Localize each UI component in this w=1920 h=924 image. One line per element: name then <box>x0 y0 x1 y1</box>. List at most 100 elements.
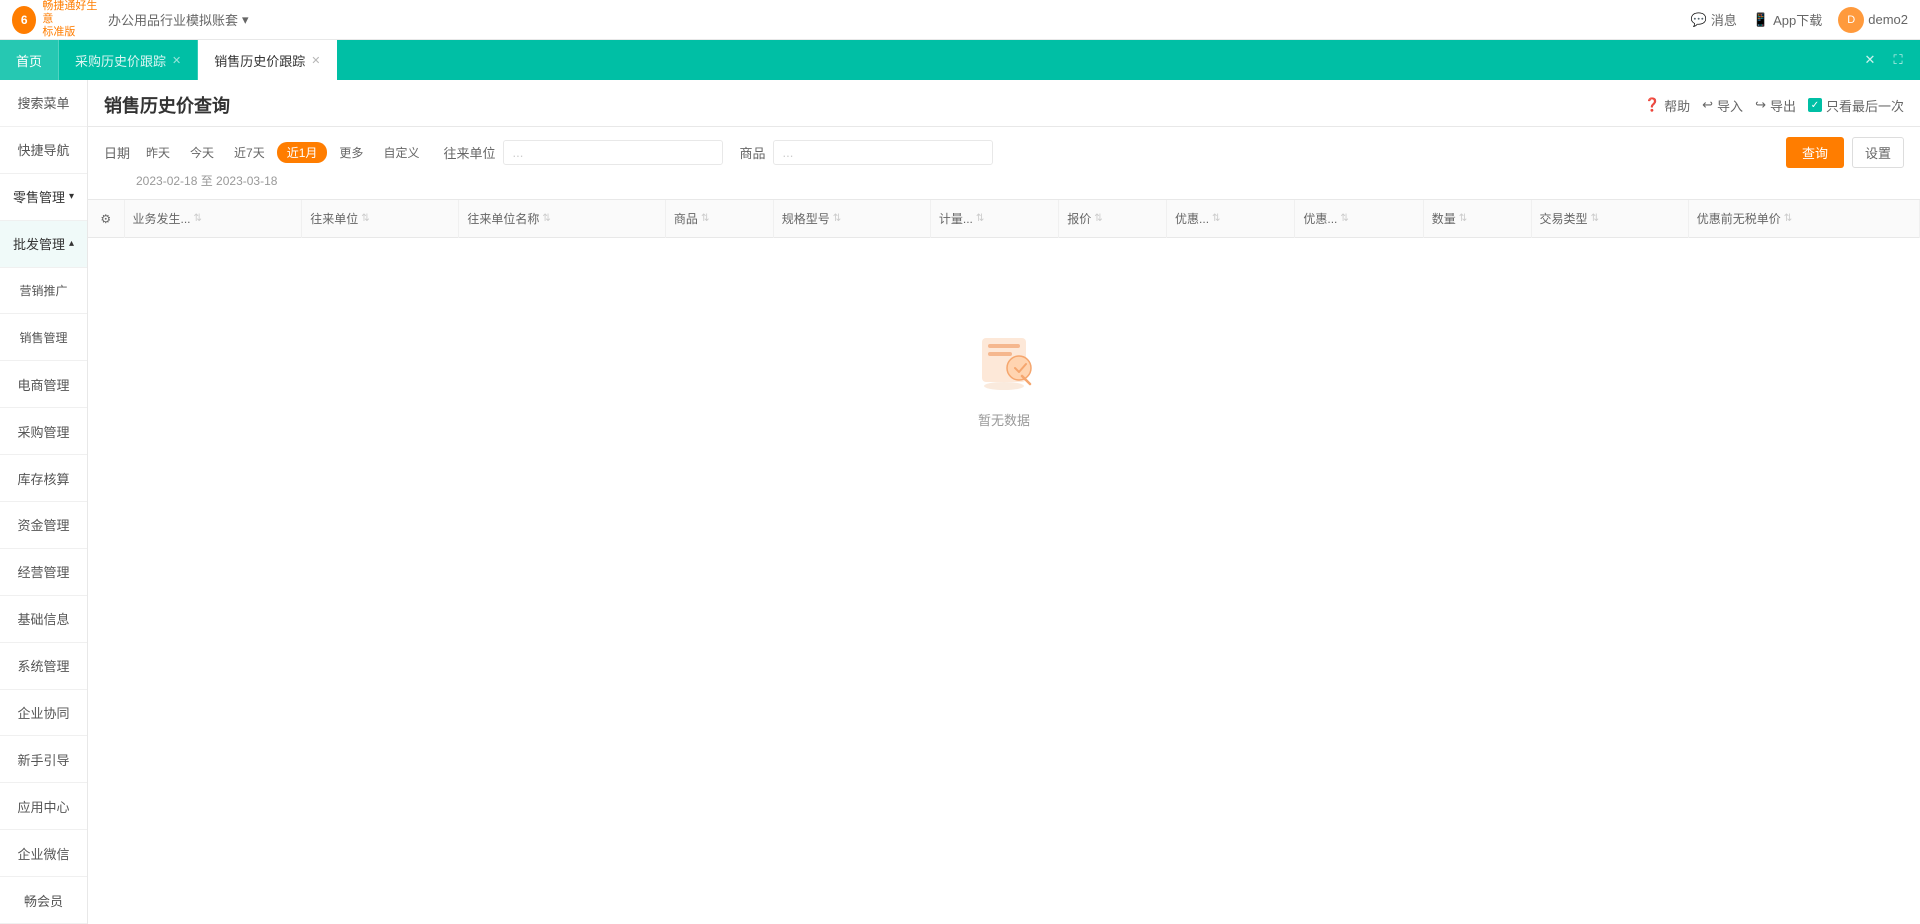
sidebar-item-retail-mgmt[interactable]: 零售管理 ▾ <box>0 174 87 221</box>
workspace-selector[interactable]: 办公用品行业模拟账套 ▾ <box>108 10 249 29</box>
page-title: 销售历史价查询 <box>104 92 230 118</box>
logo-text: 畅捷通好生意 标准版 <box>42 0 100 39</box>
table-header-row: ⚙ 业务发生... ⇅ 往来单位 ⇅ <box>88 200 1920 238</box>
th-trade-type[interactable]: 交易类型 ⇅ <box>1531 200 1688 238</box>
filter-row-1: 日期 昨天 今天 近7天 近1月 更多 自定义 往来单位 ... <box>104 137 1904 168</box>
sidebar-item-enterprise-wechat[interactable]: 企业微信 <box>0 830 87 877</box>
sort-icon: ⇅ <box>833 213 841 224</box>
sidebar-item-app-center[interactable]: 应用中心 <box>0 783 87 830</box>
th-quote[interactable]: 报价 ⇅ <box>1059 200 1167 238</box>
tab-home[interactable]: 首页 <box>0 40 59 80</box>
sort-icon: ⇅ <box>1094 213 1102 224</box>
export-button[interactable]: ↪ 导出 <box>1755 96 1796 115</box>
sidebar-item-wholesale-mgmt[interactable]: 批发管理 ▴ <box>0 221 87 268</box>
help-button[interactable]: ❓ 帮助 <box>1644 96 1690 115</box>
tab-sales-history[interactable]: 销售历史价跟踪 ✕ <box>198 40 337 80</box>
close-purchase-history-tab[interactable]: ✕ <box>172 54 181 67</box>
topbar-left: 6 畅捷通好生意 标准版 办公用品行业模拟账套 ▾ <box>12 0 249 39</box>
logo-area: 6 畅捷通好生意 标准版 <box>12 0 100 39</box>
sidebar-item-search-menu[interactable]: 搜索菜单 <box>0 80 87 127</box>
sort-icon: ⇅ <box>701 213 709 224</box>
sidebar-item-sales-mgmt[interactable]: 销售管理 <box>0 314 87 361</box>
date-btn-today[interactable]: 今天 <box>182 142 222 163</box>
sort-icon: ⇅ <box>542 213 550 224</box>
commodity-input[interactable]: ... <box>773 140 993 165</box>
empty-icon <box>964 318 1044 398</box>
message-icon: 💬 <box>1691 12 1707 28</box>
topbar: 6 畅捷通好生意 标准版 办公用品行业模拟账套 ▾ 💬 消息 📱 App下载 D… <box>0 0 1920 40</box>
sort-icon: ⇅ <box>1591 213 1599 224</box>
partner-input-value: ... <box>512 145 523 160</box>
date-btn-more[interactable]: 更多 <box>331 142 371 163</box>
sidebar-item-member[interactable]: 畅会员 <box>0 877 87 924</box>
sort-icon: ⇅ <box>976 213 984 224</box>
th-partner-code[interactable]: 往来单位 ⇅ <box>302 200 459 238</box>
th-commodity[interactable]: 商品 ⇅ <box>665 200 773 238</box>
sidebar-item-ecommerce[interactable]: 电商管理 <box>0 361 87 408</box>
only-last-checkbox-group[interactable]: ✓ 只看最后一次 <box>1808 96 1904 115</box>
export-icon: ↪ <box>1755 97 1766 113</box>
th-biz-date[interactable]: 业务发生... ⇅ <box>124 200 302 238</box>
th-partner-name[interactable]: 往来单位名称 ⇅ <box>459 200 666 238</box>
filter-buttons: 查询 设置 <box>1786 137 1904 168</box>
tabbar: 首页 采购历史价跟踪 ✕ 销售历史价跟踪 ✕ ✕ ⛶ <box>0 40 1920 80</box>
date-filter-group: 日期 昨天 今天 近7天 近1月 更多 自定义 <box>104 142 427 163</box>
only-last-checkbox[interactable]: ✓ <box>1808 98 1822 112</box>
close-window-button[interactable]: ✕ <box>1860 50 1880 70</box>
sort-icon: ⇅ <box>361 213 369 224</box>
sidebar-item-basic-info[interactable]: 基础信息 <box>0 596 87 643</box>
empty-state: 暂无数据 <box>88 238 1920 509</box>
sort-icon: ⇅ <box>1212 213 1220 224</box>
message-button[interactable]: 💬 消息 <box>1691 10 1737 29</box>
tabbar-actions: ✕ ⛶ <box>1860 50 1920 70</box>
sidebar-item-quick-nav[interactable]: 快捷导航 <box>0 127 87 174</box>
tab-purchase-history[interactable]: 采购历史价跟踪 ✕ <box>59 40 198 80</box>
th-unit[interactable]: 计量... ⇅ <box>930 200 1058 238</box>
sidebar-item-enterprise-collab[interactable]: 企业协同 <box>0 690 87 737</box>
sort-icon: ⇅ <box>194 213 202 224</box>
th-quantity[interactable]: 数量 ⇅ <box>1423 200 1531 238</box>
date-btn-yesterday[interactable]: 昨天 <box>138 142 178 163</box>
chevron-down-icon: ▾ <box>242 12 249 28</box>
partner-input[interactable]: ... <box>503 140 723 165</box>
commodity-input-value: ... <box>782 145 793 160</box>
th-discount1[interactable]: 优惠... ⇅ <box>1167 200 1295 238</box>
maximize-button[interactable]: ⛶ <box>1888 50 1908 70</box>
date-btn-7days[interactable]: 近7天 <box>226 142 273 163</box>
mobile-icon: 📱 <box>1753 12 1769 28</box>
sidebar-item-marketing[interactable]: 营销推广 <box>0 268 87 315</box>
app-download-button[interactable]: 📱 App下载 <box>1753 10 1822 29</box>
table-container: ⚙ 业务发生... ⇅ 往来单位 ⇅ <box>88 200 1920 924</box>
avatar: D <box>1838 7 1864 33</box>
th-discount2[interactable]: 优惠... ⇅ <box>1295 200 1423 238</box>
close-sales-history-tab[interactable]: ✕ <box>311 54 320 67</box>
empty-text: 暂无数据 <box>978 410 1030 429</box>
date-range-display: 2023-02-18 至 2023-03-18 <box>132 172 1904 189</box>
date-options: 昨天 今天 近7天 近1月 更多 自定义 <box>138 142 427 163</box>
settings-button[interactable]: 设置 <box>1852 137 1904 168</box>
query-button[interactable]: 查询 <box>1786 137 1844 168</box>
sidebar-item-new-guide[interactable]: 新手引导 <box>0 736 87 783</box>
sidebar-item-operations[interactable]: 经营管理 <box>0 549 87 596</box>
sidebar-item-inventory[interactable]: 库存核算 <box>0 455 87 502</box>
page-header: 销售历史价查询 ❓ 帮助 ↩ 导入 ↪ 导出 ✓ 只看最后一次 <box>88 80 1920 127</box>
sort-icon: ⇅ <box>1340 213 1348 224</box>
gear-icon[interactable]: ⚙ <box>100 212 111 226</box>
filter-area: 日期 昨天 今天 近7天 近1月 更多 自定义 往来单位 ... <box>88 127 1920 200</box>
sidebar: 搜索菜单 快捷导航 零售管理 ▾ 批发管理 ▴ 营销推广 销售管理 电商管理 采… <box>0 80 88 924</box>
page-header-actions: ❓ 帮助 ↩ 导入 ↪ 导出 ✓ 只看最后一次 <box>1644 96 1904 115</box>
th-pretax-price[interactable]: 优惠前无税单价 ⇅ <box>1688 200 1919 238</box>
th-spec[interactable]: 规格型号 ⇅ <box>773 200 930 238</box>
import-icon: ↩ <box>1702 97 1713 113</box>
sidebar-item-purchase-mgmt[interactable]: 采购管理 <box>0 408 87 455</box>
date-btn-1month[interactable]: 近1月 <box>277 142 328 163</box>
data-table: ⚙ 业务发生... ⇅ 往来单位 ⇅ <box>88 200 1920 238</box>
user-menu[interactable]: D demo2 <box>1838 7 1908 33</box>
logo-icon: 6 <box>12 6 36 34</box>
sidebar-item-system-mgmt[interactable]: 系统管理 <box>0 643 87 690</box>
th-gear[interactable]: ⚙ <box>88 200 124 238</box>
date-btn-custom[interactable]: 自定义 <box>375 142 427 163</box>
import-button[interactable]: ↩ 导入 <box>1702 96 1743 115</box>
main-layout: 搜索菜单 快捷导航 零售管理 ▾ 批发管理 ▴ 营销推广 销售管理 电商管理 采… <box>0 80 1920 924</box>
sidebar-item-finance[interactable]: 资金管理 <box>0 502 87 549</box>
